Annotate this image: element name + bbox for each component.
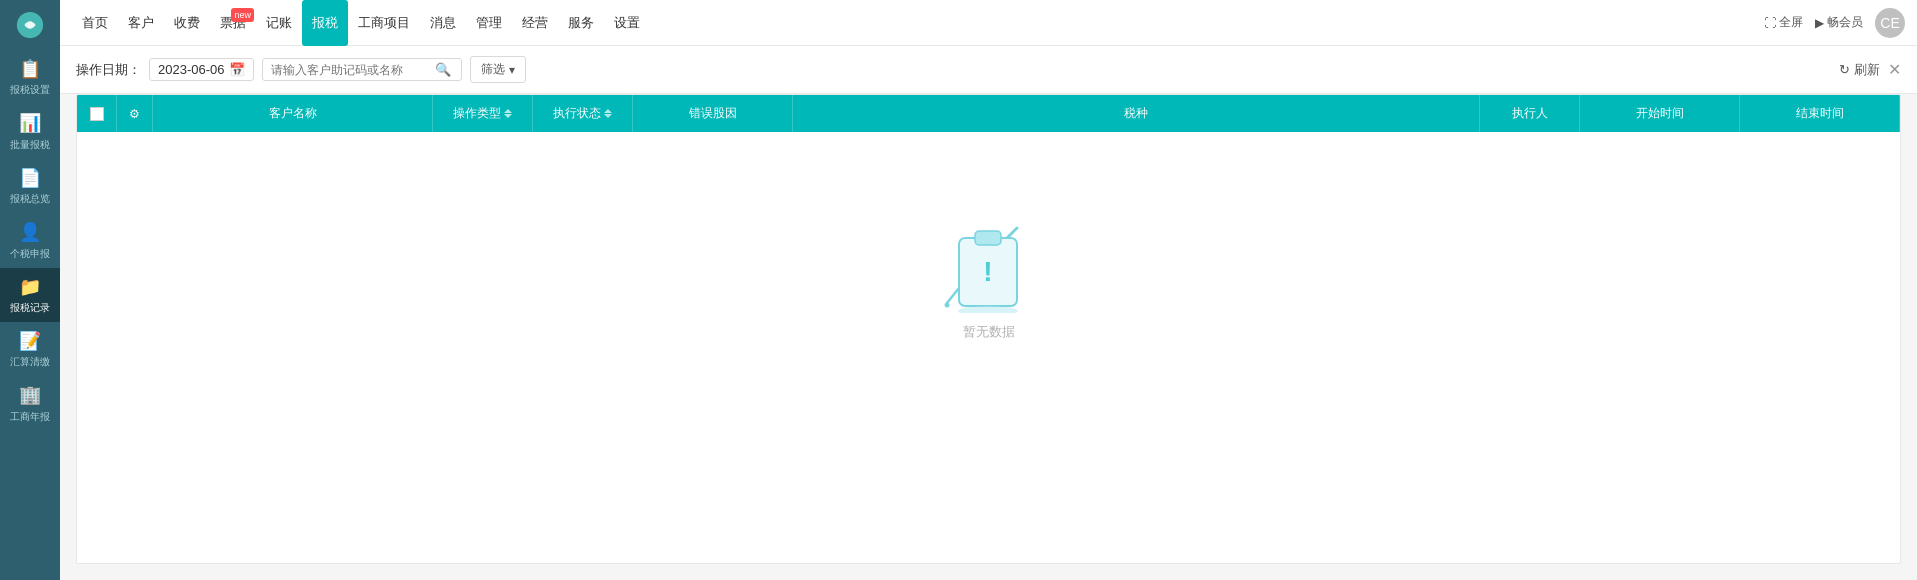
sidebar-label-baoshuizonglan: 报税总览	[10, 192, 50, 205]
refresh-icon: ↻	[1839, 62, 1850, 77]
topnav-label-xiaoxi: 消息	[430, 14, 456, 32]
sidebar-item-geshuishenbao[interactable]: 👤 个税申报	[0, 213, 60, 267]
gear-icon: ⚙	[129, 107, 140, 121]
sidebar-icon-baoshuizonglan: 📄	[19, 167, 41, 190]
sidebar-label-huisuanqinghe: 汇算清缴	[10, 355, 50, 368]
topnav-label-shouye: 首页	[82, 14, 108, 32]
filter-button[interactable]: 筛选 ▾	[470, 56, 526, 83]
th-client-name: 客户名称	[153, 95, 433, 132]
refresh-label: 刷新	[1854, 61, 1880, 79]
main-area: 首页 客户 收费票据new 记账 报税 工商项目 消息 管理 经营 服务 设置 ⛶ 全屏 ▶ 畅会员…	[60, 0, 1917, 580]
th-exec-status[interactable]: 执行状态	[533, 95, 633, 132]
sidebar-item-baoshuishezhi[interactable]: 📋 报税设置	[0, 50, 60, 104]
sidebar-item-baoshuizonglan[interactable]: 📄 报税总览	[0, 159, 60, 213]
empty-state: ! 暂无数据	[77, 132, 1900, 412]
table-header: ⚙ 客户名称 操作类型 执行状态	[77, 95, 1900, 132]
topnav-right: ⛶ 全屏 ▶ 畅会员 CE	[1764, 8, 1905, 38]
topnav-item-guanli[interactable]: 管理	[466, 0, 512, 46]
badge-new-piaoju: new	[231, 8, 254, 22]
topnav: 首页 客户 收费票据new 记账 报税 工商项目 消息 管理 经营 服务 设置 ⛶ 全屏 ▶ 畅会员…	[60, 0, 1917, 46]
th-tax-type: 税种	[793, 95, 1480, 132]
empty-illustration: !	[939, 203, 1039, 313]
topnav-label-fuwu: 服务	[568, 14, 594, 32]
sidebar-label-gongshangnianban: 工商年报	[10, 410, 50, 423]
sidebar: 📋 报税设置 📊 批量报税 📄 报税总览 👤 个税申报 📁 报税记录 📝 汇算清…	[0, 0, 60, 580]
sidebar-icon-baoshuishezhi: 📋	[19, 58, 41, 81]
topnav-item-kehu[interactable]: 客户	[118, 0, 164, 46]
topnav-item-shezhi[interactable]: 设置	[604, 0, 650, 46]
fullscreen-button[interactable]: ⛶ 全屏	[1764, 14, 1803, 31]
sidebar-label-piliangshuishi: 批量报税	[10, 138, 50, 151]
sidebar-item-baoshuijilu[interactable]: 📁 报税记录	[0, 268, 60, 322]
topnav-label-jizhang: 记账	[266, 14, 292, 32]
topnav-label-baoshui: 报税	[312, 14, 338, 32]
search-input[interactable]	[271, 63, 431, 77]
sidebar-item-huisuanqinghe[interactable]: 📝 汇算清缴	[0, 322, 60, 376]
svg-point-7	[944, 303, 949, 308]
topnav-label-jingying: 经营	[522, 14, 548, 32]
topnav-item-piaoju[interactable]: 票据new	[210, 0, 256, 46]
topnav-item-xiaoxi[interactable]: 消息	[420, 0, 466, 46]
sidebar-logo[interactable]	[0, 0, 60, 50]
topnav-item-shouye[interactable]: 首页	[72, 0, 118, 46]
table-container: ⚙ 客户名称 操作类型 执行状态	[76, 94, 1901, 564]
topnav-item-jingying[interactable]: 经营	[512, 0, 558, 46]
sidebar-icon-baoshuijilu: 📁	[19, 276, 41, 299]
calendar-icon: 📅	[229, 62, 245, 77]
sidebar-item-gongshangnianban[interactable]: 🏢 工商年报	[0, 376, 60, 430]
fullscreen-icon: ⛶	[1764, 16, 1776, 30]
date-input[interactable]: 2023-06-06 📅	[149, 58, 254, 81]
th-gear[interactable]: ⚙	[117, 95, 153, 132]
sidebar-icon-piliangshuishi: 📊	[19, 112, 41, 135]
toolbar: 操作日期： 2023-06-06 📅 🔍 筛选 ▾ ↻ 刷新 ✕	[60, 46, 1917, 94]
th-error-reason: 错误股因	[633, 95, 793, 132]
th-checkbox[interactable]	[77, 95, 117, 132]
avatar[interactable]: CE	[1875, 8, 1905, 38]
toolbar-right: ↻ 刷新 ✕	[1839, 60, 1901, 79]
sidebar-icon-gongshangnianban: 🏢	[19, 384, 41, 407]
close-button[interactable]: ✕	[1888, 60, 1901, 79]
sidebar-label-geshuishenbao: 个税申报	[10, 247, 50, 260]
date-label: 操作日期：	[76, 61, 141, 79]
topnav-item-gongshangxiangmu[interactable]: 工商项目	[348, 0, 420, 46]
topnav-item-shoufei[interactable]: 收费	[164, 0, 210, 46]
content: 操作日期： 2023-06-06 📅 🔍 筛选 ▾ ↻ 刷新 ✕	[60, 46, 1917, 580]
th-op-type[interactable]: 操作类型	[433, 95, 533, 132]
topnav-item-fuwu[interactable]: 服务	[558, 0, 604, 46]
sidebar-label-baoshuishezhi: 报税设置	[10, 83, 50, 96]
sidebar-icon-geshuishenbao: 👤	[19, 221, 41, 244]
refresh-button[interactable]: ↻ 刷新	[1839, 61, 1880, 79]
th-end-time: 结束时间	[1740, 95, 1900, 132]
svg-point-8	[958, 306, 1018, 313]
topnav-item-jizhang[interactable]: 记账	[256, 0, 302, 46]
topnav-label-gongshangxiangmu: 工商项目	[358, 14, 410, 32]
filter-label: 筛选	[481, 61, 505, 78]
sort-icon-op-type	[504, 109, 512, 118]
svg-text:!: !	[983, 256, 992, 287]
member-button[interactable]: ▶ 畅会员	[1815, 14, 1863, 31]
sidebar-item-piliangshuishi[interactable]: 📊 批量报税	[0, 104, 60, 158]
date-value: 2023-06-06	[158, 62, 225, 77]
sort-icon-exec-status	[604, 109, 612, 118]
empty-text: 暂无数据	[963, 323, 1015, 341]
topnav-item-baoshui[interactable]: 报税	[302, 0, 348, 46]
topnav-label-guanli: 管理	[476, 14, 502, 32]
search-box[interactable]: 🔍	[262, 58, 462, 81]
search-icon: 🔍	[435, 62, 451, 77]
chevron-down-icon: ▾	[509, 63, 515, 77]
th-start-time: 开始时间	[1580, 95, 1740, 132]
sidebar-label-baoshuijilu: 报税记录	[10, 301, 50, 314]
topnav-label-kehu: 客户	[128, 14, 154, 32]
svg-rect-4	[975, 231, 1001, 245]
topnav-label-shoufei: 收费	[174, 14, 200, 32]
member-icon: ▶	[1815, 16, 1824, 30]
th-executor: 执行人	[1480, 95, 1580, 132]
svg-line-6	[947, 288, 959, 303]
topnav-label-shezhi: 设置	[614, 14, 640, 32]
member-label: 畅会员	[1827, 14, 1863, 31]
sidebar-icon-huisuanqinghe: 📝	[19, 330, 41, 353]
select-all-checkbox[interactable]	[90, 107, 104, 121]
fullscreen-label: 全屏	[1779, 14, 1803, 31]
